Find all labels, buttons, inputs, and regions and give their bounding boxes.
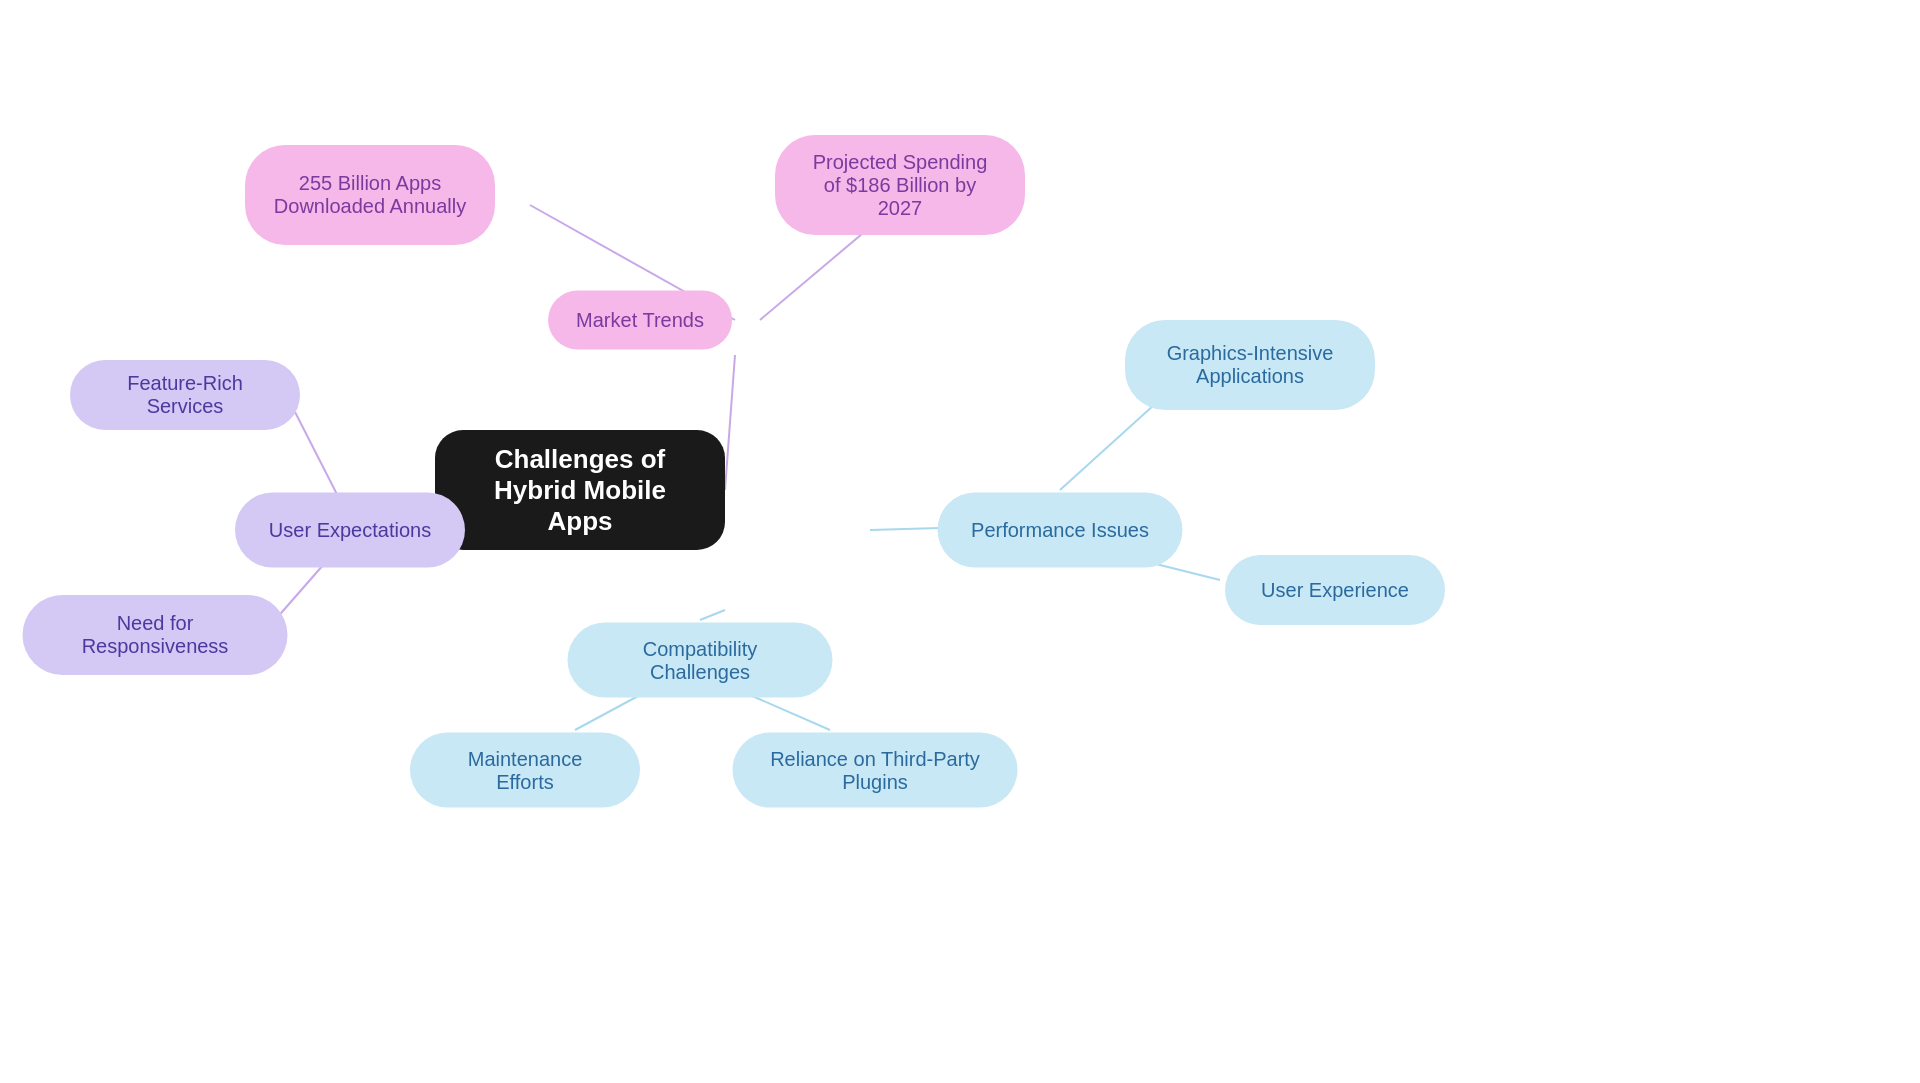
svg-line-11 bbox=[750, 695, 830, 730]
svg-line-9 bbox=[700, 610, 725, 620]
svg-line-6 bbox=[870, 528, 940, 530]
projected-spending-node: Projected Spending of $186 Billion by 20… bbox=[775, 135, 1025, 235]
third-party-plugins-node: Reliance on Third-Party Plugins bbox=[733, 733, 1018, 808]
graphics-intensive-node: Graphics-Intensive Applications bbox=[1125, 320, 1375, 410]
user-experience-node: User Experience bbox=[1225, 555, 1445, 625]
apps-downloaded-node: 255 Billion Apps Downloaded Annually bbox=[245, 145, 495, 245]
center-node: Challenges of Hybrid Mobile Apps bbox=[435, 430, 725, 550]
svg-line-7 bbox=[1060, 395, 1165, 490]
compatibility-challenges-node: Compatibility Challenges bbox=[568, 623, 833, 698]
need-responsiveness-node: Need for Responsiveness bbox=[23, 595, 288, 675]
market-trends-node: Market Trends bbox=[548, 291, 732, 350]
user-expectations-node: User Expectations bbox=[235, 493, 465, 568]
feature-rich-node: Feature-Rich Services bbox=[70, 360, 300, 430]
svg-line-0 bbox=[725, 355, 735, 490]
maintenance-efforts-node: Maintenance Efforts bbox=[410, 733, 640, 808]
performance-issues-node: Performance Issues bbox=[938, 493, 1183, 568]
svg-line-10 bbox=[575, 695, 640, 730]
